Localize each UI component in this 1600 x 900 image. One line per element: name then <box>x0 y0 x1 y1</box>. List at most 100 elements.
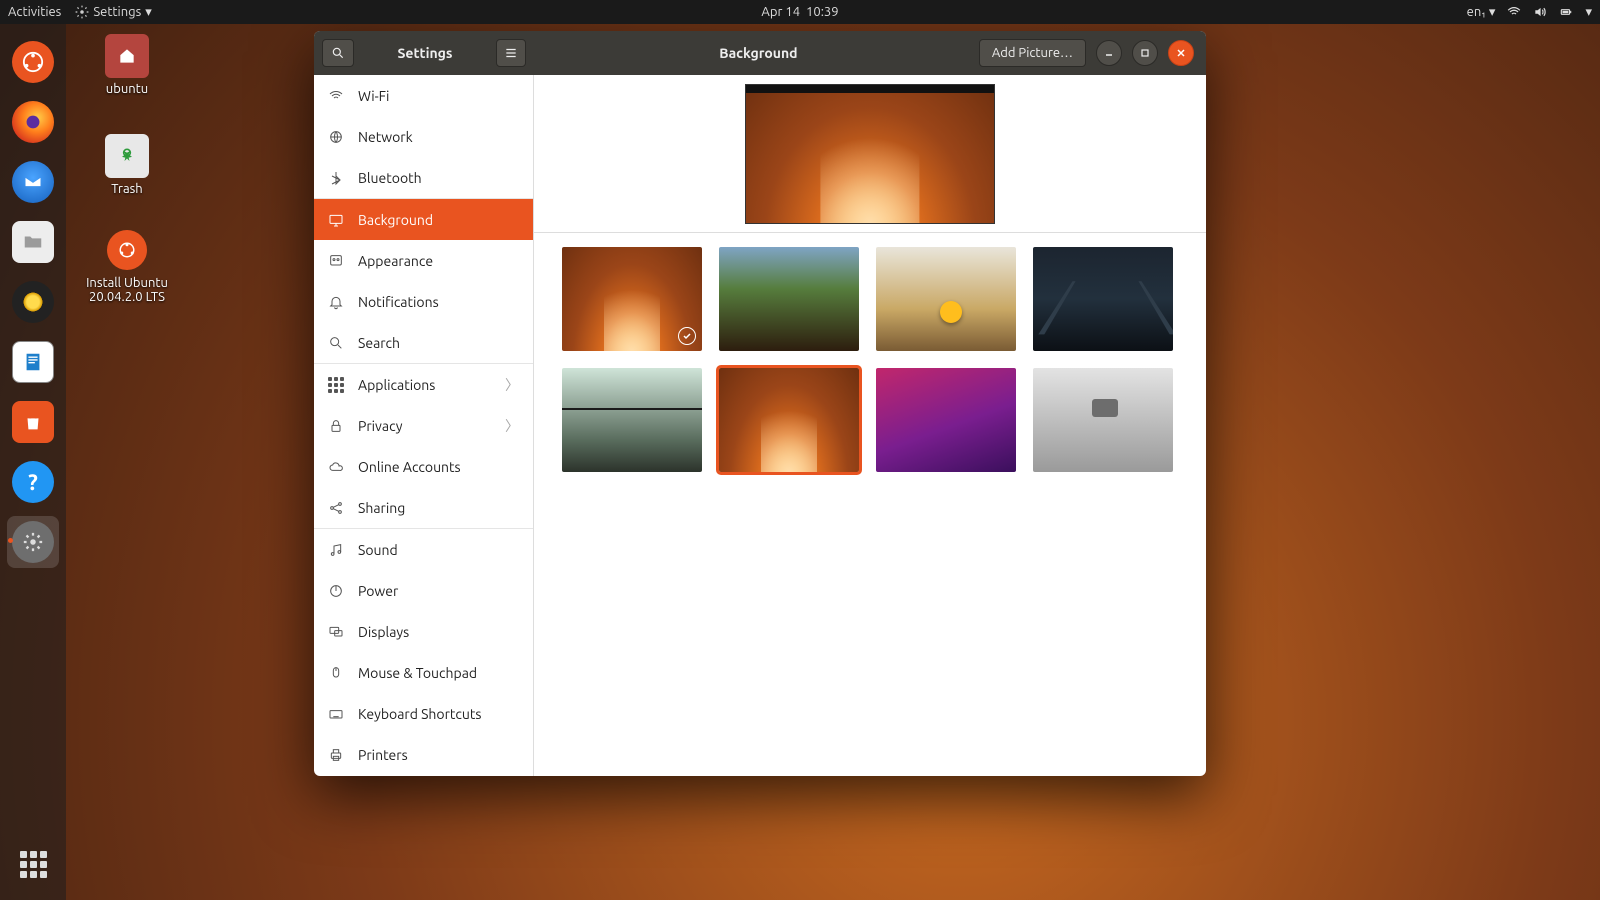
input-source-label: en₁ <box>1467 5 1486 19</box>
wallpaper-option-gradient[interactable] <box>876 368 1016 472</box>
bell-icon <box>328 294 344 310</box>
sidebar-item-label: Printers <box>358 747 408 763</box>
desktop-icon-label: Install Ubuntu 20.04.2.0 LTS <box>86 276 168 304</box>
sidebar-item-label: Search <box>358 335 400 351</box>
clock[interactable]: Apr 14 10:39 <box>761 5 838 19</box>
chevron-right-icon: 〉 <box>505 375 519 395</box>
settings-menu-icon <box>75 5 89 19</box>
sidebar-item-mouse[interactable]: Mouse & Touchpad <box>314 652 533 693</box>
sidebar-item-displays[interactable]: Displays <box>314 611 533 652</box>
ubuntu-installer-icon <box>107 230 147 270</box>
settings-sidebar: Wi-Fi Network Bluetooth Background Appea… <box>314 75 534 776</box>
sidebar-item-sharing[interactable]: Sharing <box>314 487 533 528</box>
lock-icon <box>328 418 344 434</box>
appearance-icon <box>328 253 344 269</box>
desktop-icon-installer[interactable]: Install Ubuntu 20.04.2.0 LTS <box>82 228 172 304</box>
keyboard-icon <box>328 706 344 722</box>
input-source-indicator[interactable]: en₁ ▾ <box>1467 5 1496 20</box>
battery-icon[interactable] <box>1559 5 1573 19</box>
folder-icon <box>22 231 44 253</box>
sidebar-item-label: Displays <box>358 624 409 640</box>
sidebar-item-label: Power <box>358 583 398 599</box>
thunderbird-icon <box>23 172 43 192</box>
sidebar-item-label: Mouse & Touchpad <box>358 665 477 681</box>
power-icon <box>328 583 344 599</box>
sidebar-item-wifi[interactable]: Wi-Fi <box>314 75 533 116</box>
displays-icon <box>328 624 344 640</box>
sidebar-item-label: Online Accounts <box>358 459 461 475</box>
dock-app-dash[interactable] <box>7 36 59 88</box>
wallpaper-option-forest[interactable] <box>719 247 859 351</box>
primary-menu-button[interactable] <box>496 39 526 67</box>
add-picture-button[interactable]: Add Picture… <box>979 39 1086 67</box>
sidebar-item-online-accounts[interactable]: Online Accounts <box>314 446 533 487</box>
desktop-icon-home[interactable]: ubuntu <box>82 34 172 96</box>
search-icon <box>328 335 344 351</box>
dock-app-software[interactable] <box>7 396 59 448</box>
minimize-icon <box>1104 48 1114 58</box>
sidebar-item-applications[interactable]: Applications〉 <box>314 364 533 405</box>
network-icon[interactable] <box>1507 5 1521 19</box>
ubuntu-logo-icon <box>22 51 44 73</box>
sidebar-item-network[interactable]: Network <box>314 116 533 157</box>
current-background-preview <box>745 84 995 224</box>
page-title: Background <box>542 45 975 61</box>
titlebar[interactable]: Settings Background Add Picture… <box>314 31 1206 75</box>
sidebar-item-privacy[interactable]: Privacy〉 <box>314 405 533 446</box>
app-menu-label: Settings <box>93 5 141 19</box>
sidebar-item-label: Sound <box>358 542 398 558</box>
dock-app-firefox[interactable] <box>7 96 59 148</box>
volume-icon[interactable] <box>1533 5 1547 19</box>
sidebar-title: Settings <box>358 45 492 61</box>
search-icon <box>331 46 345 60</box>
sidebar-item-notifications[interactable]: Notifications <box>314 281 533 322</box>
wallpaper-option-bridge[interactable] <box>562 368 702 472</box>
minimize-button[interactable] <box>1096 40 1122 66</box>
network-icon <box>328 129 344 145</box>
dock-app-settings[interactable] <box>7 516 59 568</box>
sidebar-item-label: Notifications <box>358 294 439 310</box>
sidebar-item-background[interactable]: Background <box>314 199 533 240</box>
desktop-icon-label: ubuntu <box>106 82 148 96</box>
sidebar-item-printers[interactable]: Printers <box>314 734 533 775</box>
wallpaper-grid <box>562 247 1178 472</box>
sidebar-item-label: Privacy <box>358 418 402 434</box>
hamburger-icon <box>504 46 518 60</box>
apps-grid-icon <box>20 851 47 878</box>
system-menu-caret[interactable]: ▾ <box>1585 5 1592 20</box>
dock-app-files[interactable] <box>7 216 59 268</box>
maximize-icon <box>1140 48 1150 58</box>
sidebar-item-sound[interactable]: Sound <box>314 529 533 570</box>
dock-app-help[interactable]: ? <box>7 456 59 508</box>
dock-app-writer[interactable] <box>7 336 59 388</box>
desktop-icon-trash[interactable]: Trash <box>82 134 172 196</box>
sidebar-item-keyboard[interactable]: Keyboard Shortcuts <box>314 693 533 734</box>
wallpaper-option-fog[interactable] <box>1033 368 1173 472</box>
dock-app-thunderbird[interactable] <box>7 156 59 208</box>
maximize-button[interactable] <box>1132 40 1158 66</box>
wallpaper-option-subway[interactable] <box>1033 247 1173 351</box>
show-applications-button[interactable] <box>7 838 59 890</box>
app-menu[interactable]: Settings ▾ <box>75 5 151 20</box>
sidebar-item-label: Wi-Fi <box>358 88 389 104</box>
wallpaper-option-focal-plain[interactable] <box>719 368 859 472</box>
search-button[interactable] <box>322 39 354 67</box>
sidebar-item-bluetooth[interactable]: Bluetooth <box>314 157 533 198</box>
close-button[interactable] <box>1168 40 1194 66</box>
activities-button[interactable]: Activities <box>8 5 61 19</box>
speaker-icon <box>22 291 44 313</box>
wallpaper-option-desk[interactable] <box>876 247 1016 351</box>
background-icon <box>328 212 344 228</box>
sidebar-item-search[interactable]: Search <box>314 322 533 363</box>
trash-icon <box>117 146 137 166</box>
sidebar-item-power[interactable]: Power <box>314 570 533 611</box>
sidebar-item-appearance[interactable]: Appearance <box>314 240 533 281</box>
wallpaper-option-focal[interactable] <box>562 247 702 351</box>
gear-icon <box>22 531 44 553</box>
dock-app-rhythmbox[interactable] <box>7 276 59 328</box>
background-panel <box>534 75 1206 776</box>
question-icon: ? <box>28 470 38 495</box>
mouse-icon <box>328 665 344 681</box>
clock-time: 10:39 <box>806 5 839 19</box>
note-icon <box>328 542 344 558</box>
